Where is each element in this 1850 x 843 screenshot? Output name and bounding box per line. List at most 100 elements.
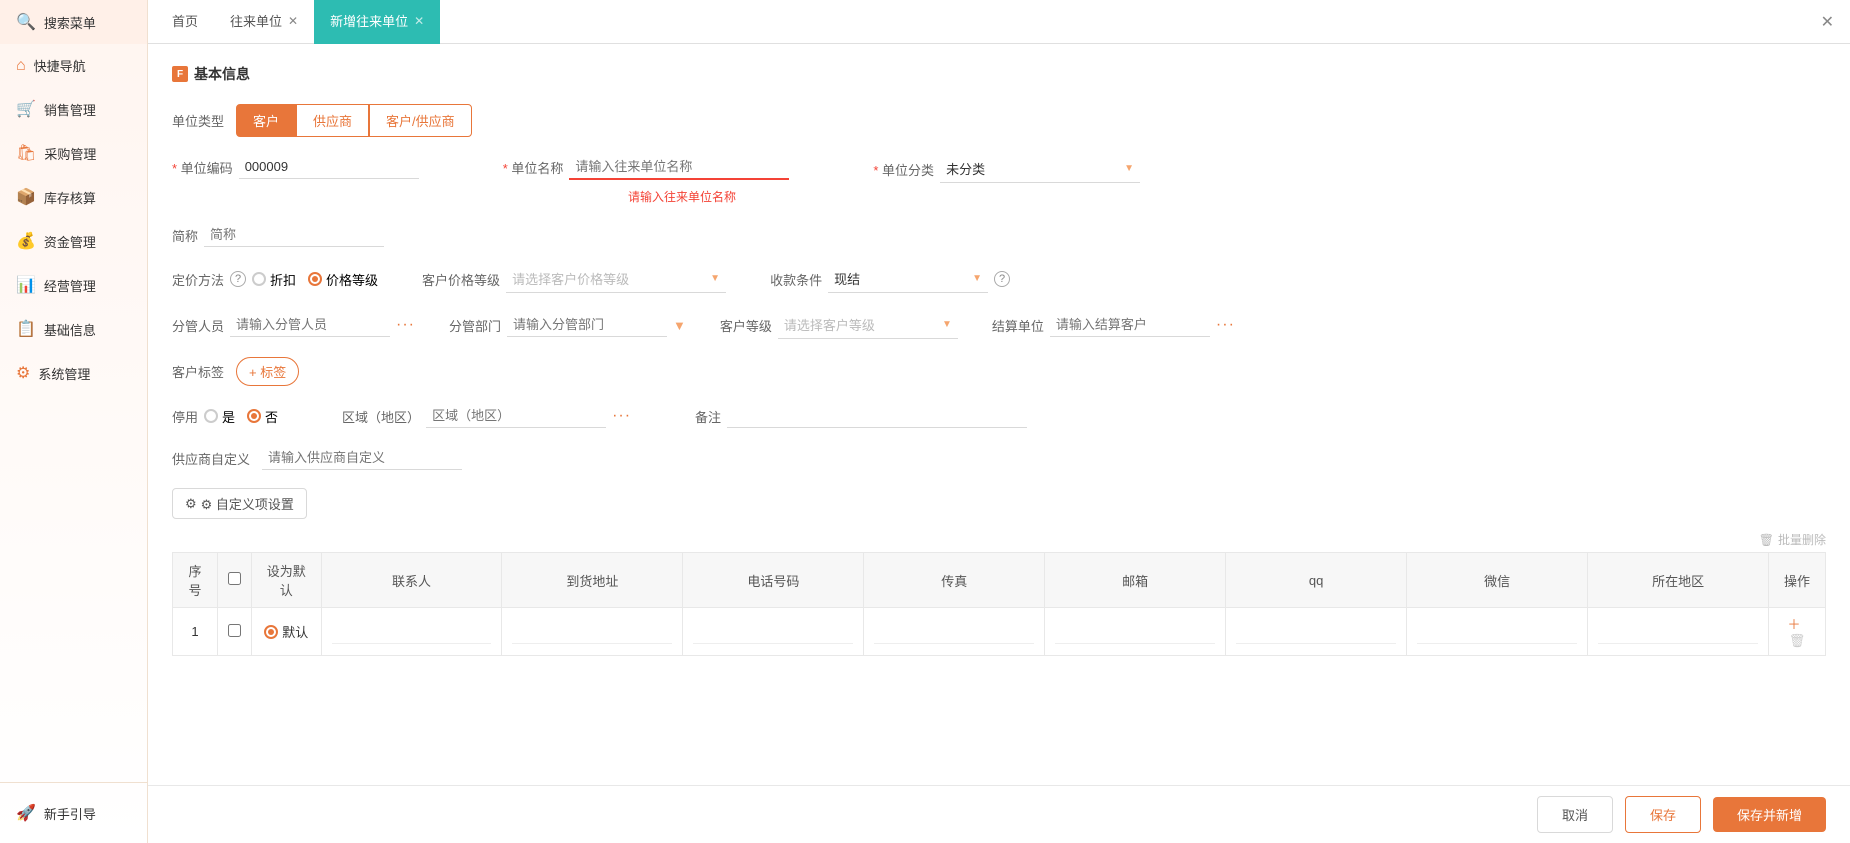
- pricing-discount-option[interactable]: 折扣: [252, 270, 296, 289]
- unit-type-supplier[interactable]: 供应商: [296, 104, 369, 137]
- customer-level-select[interactable]: 请选择客户等级 ▼: [778, 311, 958, 339]
- unit-name-input[interactable]: [569, 155, 789, 180]
- row-address[interactable]: [502, 608, 683, 656]
- select-all-checkbox[interactable]: [228, 572, 241, 585]
- unit-type-label: 单位类型: [172, 111, 224, 130]
- cancel-button[interactable]: 取消: [1537, 796, 1613, 833]
- custom-settings-button[interactable]: ⚙ ⚙ 自定义项设置: [172, 488, 307, 519]
- sidebar-item-guide[interactable]: 🚀 新手引导: [0, 791, 147, 835]
- remark-group: 备注: [695, 404, 1027, 428]
- payment-terms-select[interactable]: 现结 ▼: [828, 265, 988, 293]
- unit-category-label: 单位分类: [873, 160, 934, 179]
- disable-label: 停用: [172, 407, 198, 426]
- remark-input[interactable]: [727, 404, 1027, 428]
- supplier-custom-label: 供应商自定义: [172, 449, 250, 468]
- row-select-checkbox[interactable]: [228, 624, 241, 637]
- settlement-unit-label: 结算单位: [992, 316, 1044, 335]
- col-qq: qq: [1226, 553, 1407, 608]
- row-delete-icon[interactable]: 🗑: [1789, 633, 1806, 648]
- tab-new-partner[interactable]: 新增往来单位 ✕: [314, 0, 440, 44]
- default-label: 默认: [282, 622, 308, 641]
- settlement-unit-input[interactable]: [1050, 313, 1210, 337]
- purchase-icon: 🛍: [16, 143, 36, 163]
- unit-type-customer[interactable]: 客户: [236, 104, 296, 137]
- short-name-input[interactable]: [204, 223, 384, 247]
- unit-type-both[interactable]: 客户/供应商: [369, 104, 472, 137]
- search-menu-icon: 🔍: [16, 12, 36, 32]
- sidebar-item-label: 库存核算: [44, 188, 96, 207]
- manager-more-icon[interactable]: ···: [396, 316, 415, 334]
- row-phone[interactable]: [683, 608, 864, 656]
- unit-category-select[interactable]: 未分类 ▼: [940, 155, 1140, 183]
- unit-code-label: 单位编码: [172, 158, 233, 177]
- manager-group: 分管人员 ···: [172, 313, 415, 337]
- row-checkbox[interactable]: [217, 608, 251, 656]
- sidebar-item-finance[interactable]: 💰 资金管理: [0, 219, 147, 263]
- department-input[interactable]: [507, 313, 667, 337]
- disable-yes-label: 是: [222, 407, 235, 426]
- supplier-custom-input[interactable]: [262, 446, 462, 470]
- unit-code-input[interactable]: [239, 155, 419, 179]
- tab-home[interactable]: 首页: [156, 0, 214, 44]
- sidebar-item-label: 采购管理: [44, 144, 96, 163]
- row-wechat[interactable]: [1407, 608, 1588, 656]
- pricing-help-icon[interactable]: ?: [230, 271, 246, 287]
- customer-price-level-label: 客户价格等级: [422, 270, 500, 289]
- settlement-more-icon[interactable]: ···: [1216, 316, 1235, 334]
- system-icon: ⚙: [16, 363, 30, 383]
- custom-settings-label: ⚙ 自定义项设置: [201, 494, 294, 513]
- col-default: 设为默认: [251, 553, 321, 608]
- payment-help-icon[interactable]: ?: [994, 271, 1010, 287]
- col-checkbox[interactable]: [217, 553, 251, 608]
- sidebar-item-inventory[interactable]: 📦 库存核算: [0, 175, 147, 219]
- unit-name-group: 单位名称 请输入往来单位名称: [503, 155, 790, 205]
- guide-icon: 🚀: [16, 803, 36, 823]
- sidebar-item-label: 新手引导: [44, 804, 96, 823]
- main-area: 首页 往来单位 ✕ 新增往来单位 ✕ ✕ F 基本信息 单位类型 客户 供应商 …: [148, 0, 1850, 843]
- sidebar-item-label: 系统管理: [38, 364, 90, 383]
- save-button[interactable]: 保存: [1625, 796, 1701, 833]
- sidebar-item-system[interactable]: ⚙ 系统管理: [0, 351, 147, 395]
- sidebar-item-basic[interactable]: 📋 基础信息: [0, 307, 147, 351]
- row-contact[interactable]: [321, 608, 502, 656]
- disable-yes-option[interactable]: 是: [204, 407, 235, 426]
- batch-delete-label[interactable]: 批量删除: [1778, 531, 1826, 548]
- manager-input[interactable]: [230, 313, 390, 337]
- sidebar-item-purchase[interactable]: 🛍 采购管理: [0, 131, 147, 175]
- short-name-group: 简称: [172, 223, 384, 247]
- sidebar-item-operations[interactable]: 📊 经营管理: [0, 263, 147, 307]
- row-qq[interactable]: [1226, 608, 1407, 656]
- save-new-button[interactable]: 保存并新增: [1713, 797, 1826, 832]
- sidebar-item-sales[interactable]: 🛒 销售管理: [0, 87, 147, 131]
- row-email[interactable]: [1045, 608, 1226, 656]
- payment-terms-label: 收款条件: [770, 270, 822, 289]
- row-add-icon[interactable]: ＋: [1788, 617, 1801, 632]
- tab-partner-close[interactable]: ✕: [288, 15, 298, 27]
- disable-no-option[interactable]: 否: [247, 407, 278, 426]
- region-input[interactable]: [426, 404, 606, 428]
- sidebar-item-search[interactable]: 🔍 搜索菜单: [0, 0, 147, 44]
- tab-partner[interactable]: 往来单位 ✕: [214, 0, 314, 44]
- pricing-level-label: 价格等级: [326, 270, 378, 289]
- manager-label: 分管人员: [172, 316, 224, 335]
- section-header: F 基本信息: [172, 64, 1826, 84]
- disable-group: 停用 是 否: [172, 407, 278, 426]
- settlement-unit-group: 结算单位 ···: [992, 313, 1235, 337]
- row-fax[interactable]: [864, 608, 1045, 656]
- payment-terms-group: 收款条件 现结 ▼ ?: [770, 265, 1010, 293]
- row-default[interactable]: 默认: [251, 608, 321, 656]
- customer-price-level-select[interactable]: 请选择客户价格等级 ▼: [506, 265, 726, 293]
- chevron-down-icon2: ▼: [710, 273, 720, 284]
- sidebar-item-quick-nav[interactable]: ⌂ 快捷导航: [0, 44, 147, 87]
- add-tag-button[interactable]: + 标签: [236, 357, 299, 386]
- tab-new-partner-close[interactable]: ✕: [414, 15, 424, 27]
- col-fax: 传真: [864, 553, 1045, 608]
- sidebar-item-label: 经营管理: [44, 276, 96, 295]
- pricing-level-option[interactable]: 价格等级: [308, 270, 378, 289]
- region-more-icon[interactable]: ···: [612, 407, 631, 425]
- unit-name-label: 单位名称: [503, 158, 564, 177]
- home-icon: ⌂: [16, 57, 26, 75]
- window-close-icon[interactable]: ✕: [1821, 12, 1834, 32]
- unit-name-error: 请输入往来单位名称: [628, 188, 736, 205]
- row-region[interactable]: [1588, 608, 1769, 656]
